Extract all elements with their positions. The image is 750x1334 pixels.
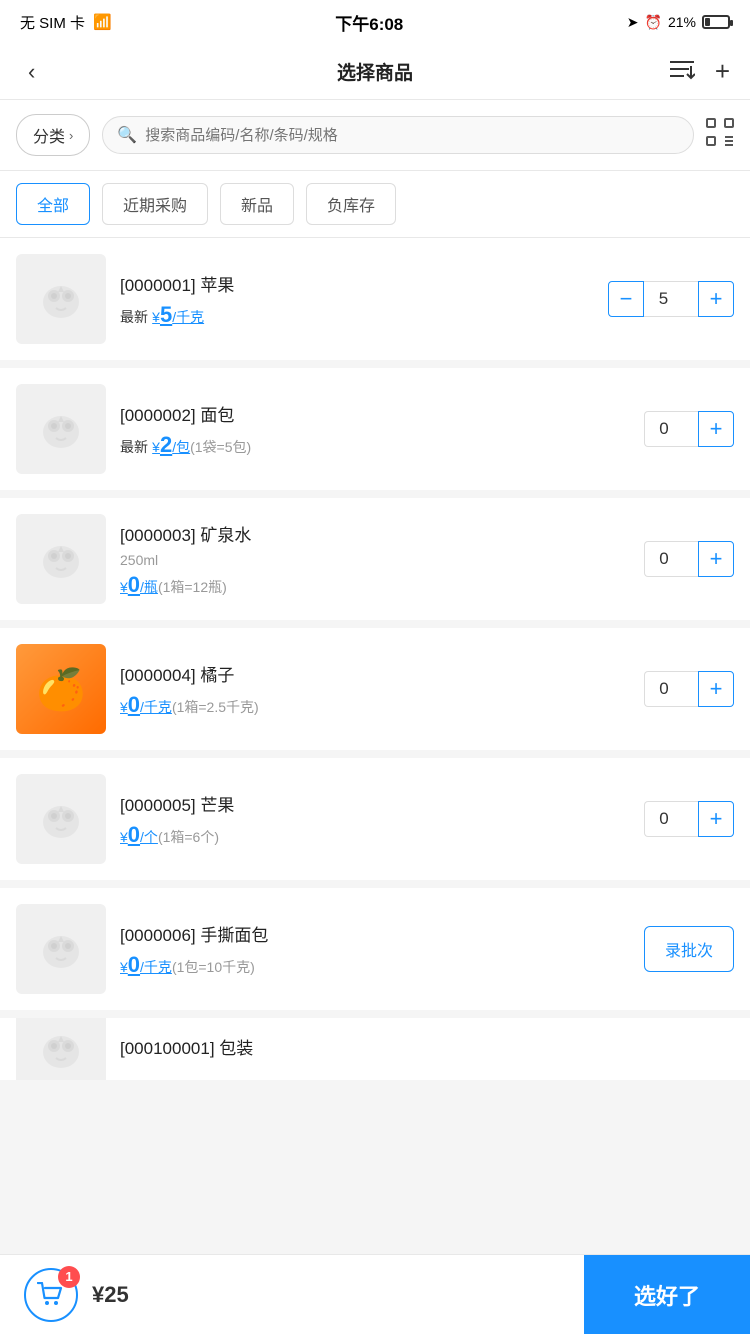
product-info-p1: [0000001] 苹果 最新 ¥5/千克 [120,271,594,328]
status-time: 下午6:08 [335,10,403,35]
product-image-p1 [16,254,106,344]
qty-input-p2[interactable] [644,411,698,447]
wifi-icon: 📶 [93,13,112,31]
product-info-p5: [0000005] 芒果 ¥0/个(1箱=6个) [120,791,630,848]
filter-bar: 分类 › 🔍 [0,100,750,171]
qty-plus-p5[interactable]: + [698,801,734,837]
cart-total: ¥25 [92,1282,129,1308]
scan-icon[interactable] [706,118,734,152]
list-item: [000100001] 包装 [0,1018,750,1088]
product-image-p7 [16,1018,106,1088]
product-price-p5: ¥0/个(1箱=6个) [120,822,630,848]
product-price-p1: 最新 ¥5/千克 [120,302,594,328]
record-batch-button[interactable]: 录批次 [644,926,734,972]
list-item: [0000003] 矿泉水 250ml ¥0/瓶(1箱=12瓶) + [0,498,750,628]
alarm-icon: ⏰ [645,14,662,31]
location-icon: ➤ [627,14,639,31]
tab-all[interactable]: 全部 [16,183,90,225]
category-button[interactable]: 分类 › [16,114,90,156]
tab-recent[interactable]: 近期采购 [102,183,208,225]
page-title: 选择商品 [337,58,413,85]
qty-control-p4: + [644,671,734,707]
qty-control-p1: − + [608,281,734,317]
list-item: [0000002] 面包 最新 ¥2/包(1袋=5包) + [0,368,750,498]
product-spec-p3: 250ml [120,552,630,568]
tab-bar: 全部 近期采购 新品 负库存 [0,171,750,238]
product-name-p2: [0000002] 面包 [120,401,630,426]
product-price-p4: ¥0/千克(1箱=2.5千克) [120,692,630,718]
product-name-p5: [0000005] 芒果 [120,791,630,816]
product-info-p2: [0000002] 面包 最新 ¥2/包(1袋=5包) [120,401,630,458]
product-price-p2: 最新 ¥2/包(1袋=5包) [120,432,630,458]
qty-plus-p4[interactable]: + [698,671,734,707]
nav-right-actions: + [669,56,730,87]
qty-input-p4[interactable] [644,671,698,707]
cart-icon [37,1282,65,1308]
product-name-p7: [000100001] 包装 [120,1034,734,1059]
nav-bar: ‹ 选择商品 + [0,44,750,100]
status-right: ➤ ⏰ 21% [627,14,730,31]
qty-control-p3: + [644,541,734,577]
list-item: 🍊 [0000004] 橘子 ¥0/千克(1箱=2.5千克) + [0,628,750,758]
qty-plus-p3[interactable]: + [698,541,734,577]
product-info-p7: [000100001] 包装 [120,1034,734,1065]
product-name-p1: [0000001] 苹果 [120,271,594,296]
product-list: [0000001] 苹果 最新 ¥5/千克 − + [0,238,750,1088]
confirm-button[interactable]: 选好了 [584,1255,750,1334]
product-image-p5 [16,774,106,864]
qty-input-p5[interactable] [644,801,698,837]
product-price-p6: ¥0/千克(1包=10千克) [120,952,630,978]
category-chevron-icon: › [69,128,73,143]
status-bar: 无 SIM 卡 📶 下午6:08 ➤ ⏰ 21% [0,0,750,44]
tab-negative[interactable]: 负库存 [306,183,396,225]
product-info-p6: [0000006] 手撕面包 ¥0/千克(1包=10千克) [120,921,630,978]
list-item: [0000006] 手撕面包 ¥0/千克(1包=10千克) 录批次 [0,888,750,1018]
qty-control-p2: + [644,411,734,447]
product-image-p4: 🍊 [16,644,106,734]
tab-new[interactable]: 新品 [220,183,294,225]
status-left: 无 SIM 卡 📶 [20,12,112,33]
category-label: 分类 [33,123,65,147]
battery-icon [702,15,730,29]
qty-input-p3[interactable] [644,541,698,577]
filter-icon[interactable] [669,58,695,86]
carrier-text: 无 SIM 卡 [20,12,85,33]
qty-control-p5: + [644,801,734,837]
product-image-p2 [16,384,106,474]
cart-badge: 1 [58,1266,80,1288]
cart-section: 1 ¥25 [0,1268,584,1322]
cart-icon-button[interactable]: 1 [24,1268,78,1322]
product-name-p3: [0000003] 矿泉水 [120,521,630,546]
bottom-bar: 1 ¥25 选好了 [0,1254,750,1334]
battery-text: 21% [668,14,696,30]
product-name-p4: [0000004] 橘子 [120,661,630,686]
qty-plus-p1[interactable]: + [698,281,734,317]
product-image-p3 [16,514,106,604]
qty-minus-p1[interactable]: − [608,281,644,317]
qty-input-p1[interactable] [644,281,698,317]
add-product-button[interactable]: + [715,56,730,87]
product-info-p4: [0000004] 橘子 ¥0/千克(1箱=2.5千克) [120,661,630,718]
search-input[interactable] [145,127,679,144]
qty-plus-p2[interactable]: + [698,411,734,447]
list-item: [0000005] 芒果 ¥0/个(1箱=6个) + [0,758,750,888]
back-button[interactable]: ‹ [20,51,43,93]
product-price-p3: ¥0/瓶(1箱=12瓶) [120,572,630,598]
product-image-p6 [16,904,106,994]
list-item: [0000001] 苹果 最新 ¥5/千克 − + [0,238,750,368]
product-info-p3: [0000003] 矿泉水 250ml ¥0/瓶(1箱=12瓶) [120,521,630,598]
product-name-p6: [0000006] 手撕面包 [120,921,630,946]
search-icon: 🔍 [117,125,137,145]
search-box: 🔍 [102,116,694,154]
